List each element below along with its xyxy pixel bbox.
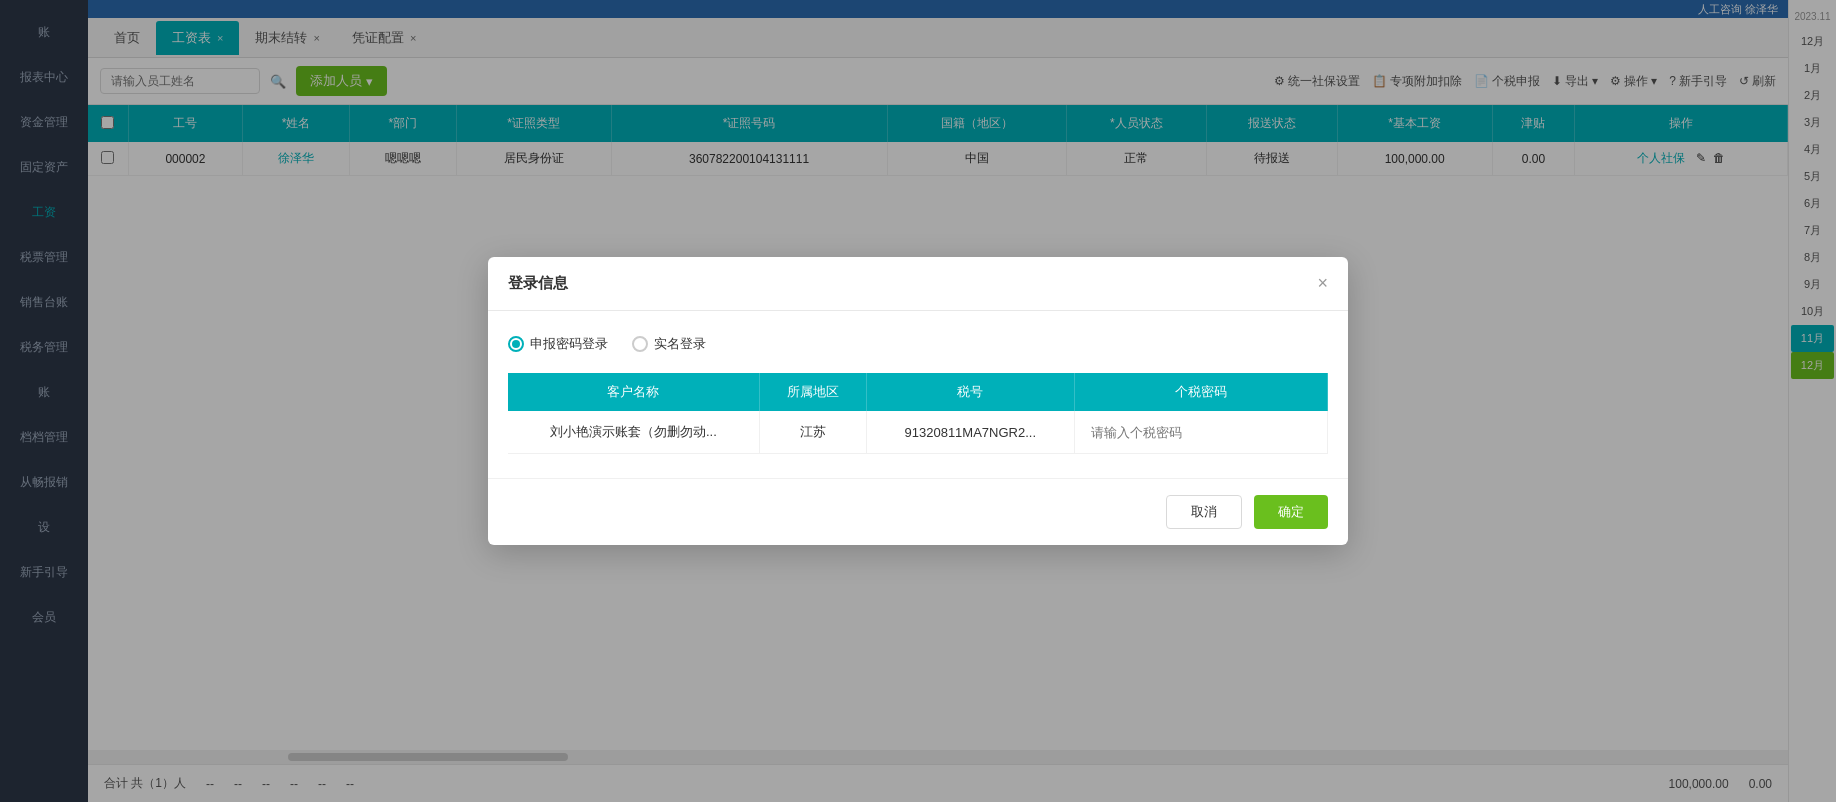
dialog-title: 登录信息 <box>508 274 568 293</box>
dialog-col-taxno: 税号 <box>867 373 1074 411</box>
dialog-col-region: 所属地区 <box>759 373 866 411</box>
confirm-button[interactable]: 确定 <box>1254 495 1328 529</box>
modal-overlay: 登录信息 × 申报密码登录 实名登录 <box>0 0 1836 802</box>
dialog-body: 申报密码登录 实名登录 客户名称 所属地区 税号 个税密码 <box>488 311 1348 478</box>
dialog-cell-taxno: 91320811MA7NGR2... <box>867 411 1074 454</box>
cancel-button[interactable]: 取消 <box>1166 495 1242 529</box>
dialog-cell-client: 刘小艳演示账套（勿删勿动... <box>508 411 759 454</box>
dialog-close-button[interactable]: × <box>1317 273 1328 294</box>
login-dialog: 登录信息 × 申报密码登录 实名登录 <box>488 257 1348 545</box>
radio-password-label[interactable]: 申报密码登录 <box>508 335 608 353</box>
dialog-cell-region: 江苏 <box>759 411 866 454</box>
login-info-table: 客户名称 所属地区 税号 个税密码 刘小艳演示账套（勿删勿动... 江苏 913… <box>508 373 1328 454</box>
radio-realname-dot <box>632 336 648 352</box>
dialog-header: 登录信息 × <box>488 257 1348 311</box>
dialog-footer: 取消 确定 <box>488 478 1348 545</box>
dialog-table-row: 刘小艳演示账套（勿删勿动... 江苏 91320811MA7NGR2... <box>508 411 1328 454</box>
dialog-col-client: 客户名称 <box>508 373 759 411</box>
radio-password-dot <box>508 336 524 352</box>
radio-group: 申报密码登录 实名登录 <box>508 335 1328 353</box>
app-container: 账 报表中心 资金管理 固定资产 工资 税票管理 销售台账 税务管理 账 档档管… <box>0 0 1836 802</box>
radio-password-text: 申报密码登录 <box>530 335 608 353</box>
radio-realname-text: 实名登录 <box>654 335 706 353</box>
password-input[interactable] <box>1091 425 1312 440</box>
dialog-cell-password[interactable] <box>1074 411 1328 454</box>
radio-realname-label[interactable]: 实名登录 <box>632 335 706 353</box>
dialog-col-password: 个税密码 <box>1074 373 1328 411</box>
